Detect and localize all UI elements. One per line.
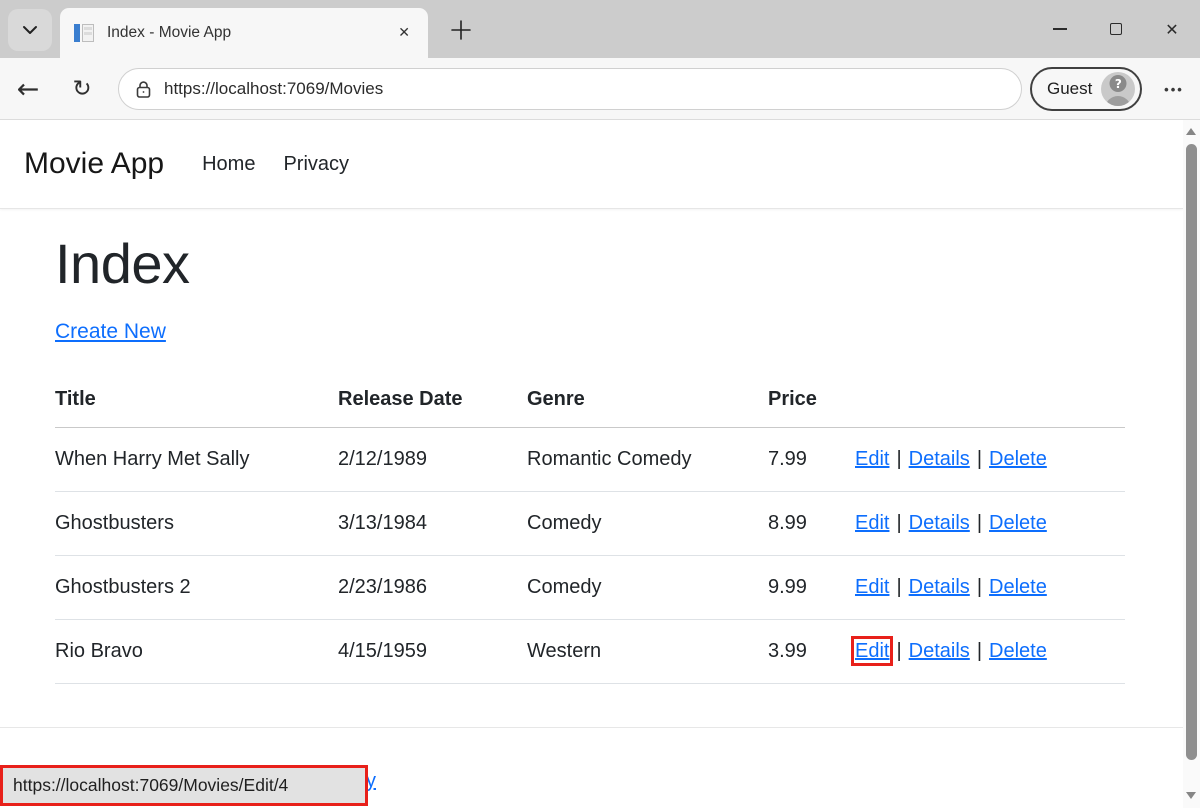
window-titlebar: Index - Movie App ✕ ✕	[0, 0, 1200, 58]
edit-link[interactable]: Edit	[855, 576, 889, 598]
movie-title-cell: When Harry Met Sally	[55, 427, 338, 492]
plus-icon	[451, 20, 471, 40]
edit-link[interactable]: Edit	[855, 448, 889, 470]
action-separator: |	[976, 447, 983, 470]
actions-cell: Edit | Details | Delete	[855, 555, 1125, 620]
status-url-text: https://localhost:7069/Movies/Edit/4	[13, 775, 289, 795]
details-link[interactable]: Details	[909, 448, 970, 470]
guest-avatar-icon: ?	[1101, 72, 1136, 106]
question-badge-icon: ?	[1109, 75, 1127, 92]
genre-cell: Romantic Comedy	[527, 427, 768, 492]
page-title: Index	[55, 232, 190, 295]
price-cell: 3.99	[768, 619, 855, 684]
site-navbar: Movie App Home Privacy	[0, 120, 1183, 209]
back-button[interactable]: ←	[8, 58, 48, 120]
genre-cell: Western	[527, 619, 768, 684]
profile-button[interactable]: Guest ?	[1030, 67, 1142, 111]
release-date-cell: 3/13/1984	[338, 491, 527, 556]
release-date-cell: 4/15/1959	[338, 619, 527, 684]
page-favicon-icon	[74, 23, 94, 43]
nav-link-privacy[interactable]: Privacy	[283, 153, 349, 176]
actions-cell: Edit | Details | Delete	[855, 427, 1125, 492]
movies-table-body: When Harry Met Sally 2/12/1989 Romantic …	[55, 427, 1125, 684]
new-tab-button[interactable]	[442, 13, 480, 47]
scroll-up-icon[interactable]	[1186, 128, 1196, 135]
actions-cell: Edit | Details | Delete	[850, 619, 1125, 684]
release-date-cell: 2/12/1989	[338, 427, 527, 492]
refresh-button[interactable]: ↻	[62, 58, 102, 120]
header-genre: Genre	[527, 377, 768, 428]
action-separator: |	[896, 447, 902, 470]
footer-divider	[0, 727, 1183, 728]
action-separator: |	[976, 511, 983, 534]
scrollbar-thumb[interactable]	[1186, 144, 1197, 760]
details-link[interactable]: Details	[909, 576, 970, 598]
genre-cell: Comedy	[527, 555, 768, 620]
status-url-tooltip: https://localhost:7069/Movies/Edit/4	[0, 765, 368, 806]
delete-link[interactable]: Delete	[989, 448, 1047, 470]
edit-link[interactable]: Edit	[850, 635, 894, 666]
delete-link[interactable]: Delete	[989, 512, 1047, 534]
minimize-button[interactable]	[1032, 0, 1088, 58]
header-release-date: Release Date	[338, 377, 527, 428]
action-separator: |	[896, 575, 902, 598]
header-title: Title	[55, 377, 338, 428]
table-row: Ghostbusters 3/13/1984 Comedy 8.99 Edit |…	[55, 491, 1125, 556]
navbar-brand[interactable]: Movie App	[24, 147, 164, 181]
main-content: Index Create New Title Release Date Genr…	[55, 209, 1125, 684]
browser-toolbar: ← ↻ https://localhost:7069/Movies Guest …	[0, 58, 1200, 120]
movies-table-head: Title Release Date Genre Price	[55, 377, 1125, 428]
genre-cell: Comedy	[527, 491, 768, 556]
header-price: Price	[768, 377, 855, 428]
table-row: Rio Bravo 4/15/1959 Western 3.99 Edit | De…	[55, 619, 1125, 684]
action-separator: |	[976, 639, 983, 662]
maximize-button[interactable]	[1088, 0, 1144, 58]
table-row: When Harry Met Sally 2/12/1989 Romantic …	[55, 427, 1125, 492]
movies-table: Title Release Date Genre Price When Harr…	[55, 377, 1125, 684]
movie-title-cell: Ghostbusters	[55, 491, 338, 556]
address-bar[interactable]: https://localhost:7069/Movies	[118, 68, 1022, 110]
tab-close-icon[interactable]: ✕	[394, 23, 414, 43]
tab-title: Index - Movie App	[107, 24, 232, 41]
browser-tab[interactable]: Index - Movie App ✕	[60, 8, 428, 58]
delete-link[interactable]: Delete	[989, 640, 1047, 662]
action-separator: |	[976, 575, 983, 598]
navbar-links: Home Privacy	[202, 153, 349, 176]
vertical-scrollbar[interactable]	[1183, 120, 1200, 808]
price-cell: 7.99	[768, 427, 855, 492]
chevron-down-icon	[23, 26, 37, 34]
release-date-cell: 2/23/1986	[338, 555, 527, 620]
create-new-link[interactable]: Create New	[55, 320, 166, 344]
minimize-icon	[1053, 28, 1067, 30]
details-link[interactable]: Details	[909, 640, 970, 662]
nav-link-home[interactable]: Home	[202, 153, 255, 176]
page-viewport: Movie App Home Privacy Index Create New …	[0, 120, 1200, 808]
header-actions	[855, 377, 1125, 428]
window-close-button[interactable]: ✕	[1144, 0, 1200, 58]
details-link[interactable]: Details	[909, 512, 970, 534]
settings-menu-button[interactable]: •••	[1152, 58, 1196, 120]
tab-search-button[interactable]	[8, 9, 52, 51]
edit-link[interactable]: Edit	[855, 512, 889, 534]
window-controls: ✕	[1032, 0, 1200, 58]
url-text[interactable]: https://localhost:7069/Movies	[164, 79, 383, 99]
lock-icon	[135, 80, 152, 99]
action-separator: |	[896, 511, 902, 534]
price-cell: 8.99	[768, 491, 855, 556]
movie-title-cell: Rio Bravo	[55, 619, 338, 684]
price-cell: 9.99	[768, 555, 855, 620]
maximize-icon	[1110, 23, 1122, 35]
profile-label: Guest	[1047, 79, 1093, 98]
actions-cell: Edit | Details | Delete	[855, 491, 1125, 556]
scroll-down-icon[interactable]	[1186, 792, 1196, 799]
delete-link[interactable]: Delete	[989, 576, 1047, 598]
movie-title-cell: Ghostbusters 2	[55, 555, 338, 620]
table-row: Ghostbusters 2 2/23/1986 Comedy 9.99 Edi…	[55, 555, 1125, 620]
action-separator: |	[896, 639, 902, 662]
